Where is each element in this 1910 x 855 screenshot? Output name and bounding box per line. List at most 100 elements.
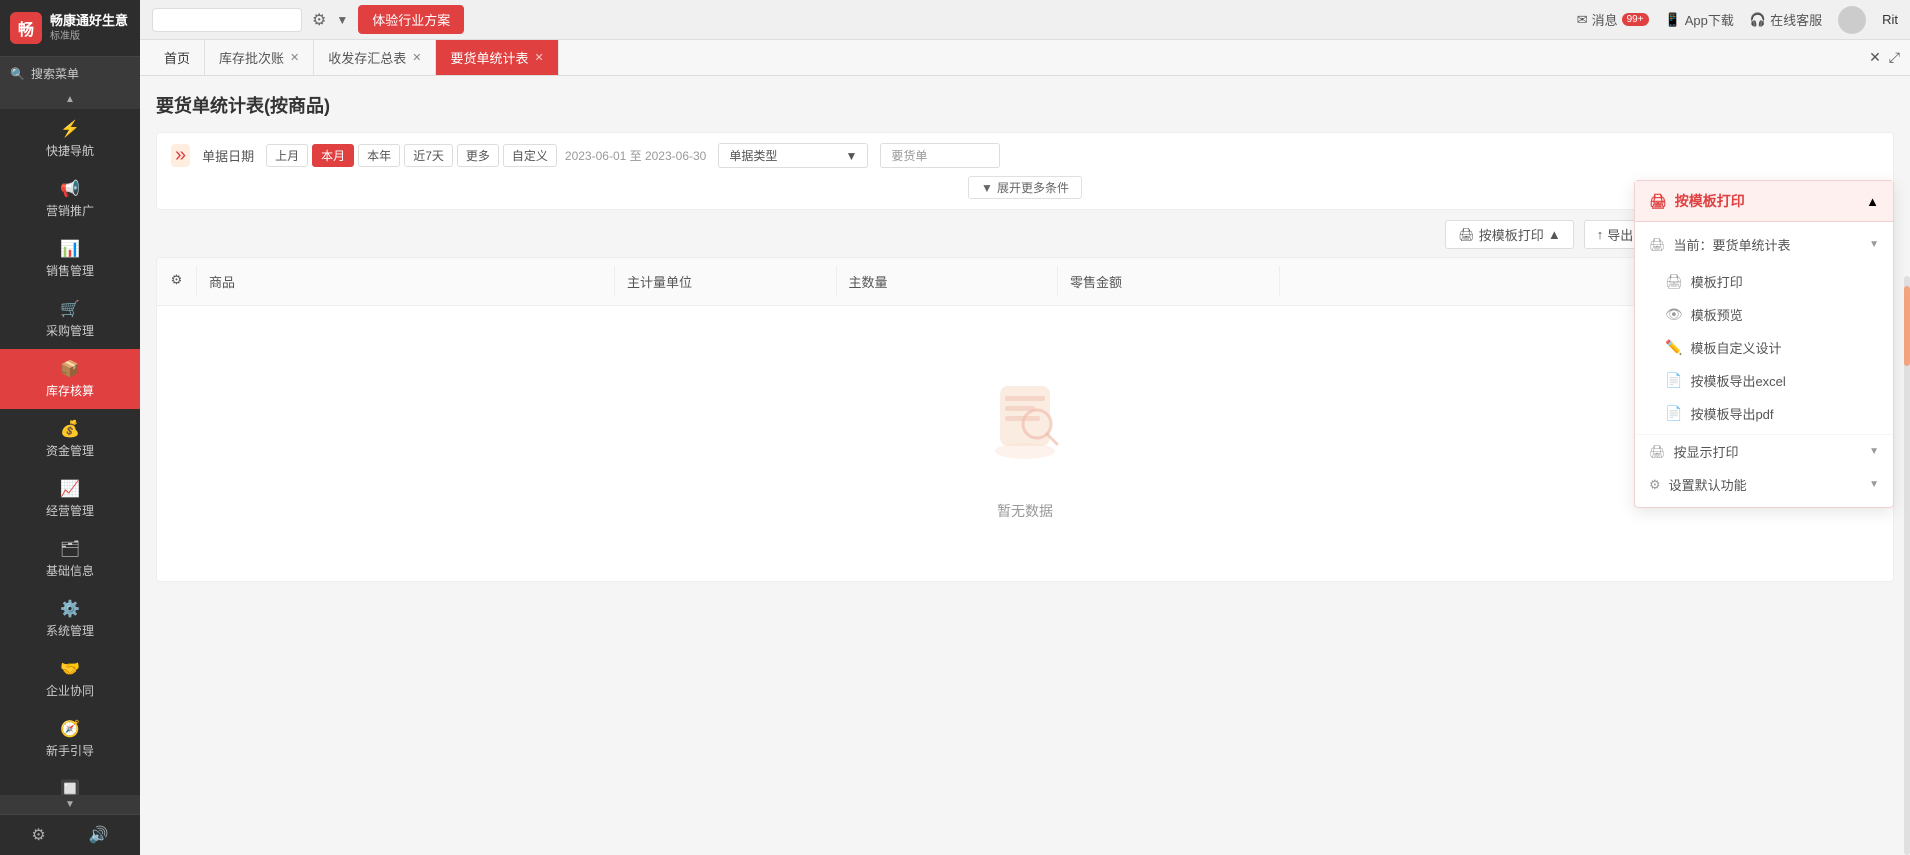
sidebar-item-collab[interactable]: 🤝 企业协同	[0, 649, 140, 709]
topbar-search-input[interactable]	[152, 8, 302, 32]
filter-expand-icon[interactable]: »	[171, 144, 190, 167]
app-download-btn[interactable]: 📱 App下载	[1665, 10, 1734, 29]
date-buttons: 上月 本月 本年 近7天 更多 自定义 2023-06-01 至 2023-06…	[266, 144, 706, 167]
empty-svg	[975, 366, 1075, 466]
topbar-gear-icon[interactable]: ⚙	[312, 10, 326, 30]
sidebar-item-operations[interactable]: 📈 经营管理	[0, 469, 140, 529]
print-btn[interactable]: 🖨 按模板打印 ▲	[1445, 220, 1573, 249]
design-item-label: 模板自定义设计	[1690, 338, 1781, 357]
order-input[interactable]: 要货单	[880, 143, 1000, 168]
dropdown-title: 按模板打印	[1675, 191, 1745, 211]
main-area: ⚙ ▼ 体验行业方案 ✉ 消息 99+ 📱 App下载 🎧 在线客服 Rit 首…	[140, 0, 1910, 855]
topbar: ⚙ ▼ 体验行业方案 ✉ 消息 99+ 📱 App下载 🎧 在线客服 Rit	[140, 0, 1910, 40]
trial-button[interactable]: 体验行业方案	[358, 5, 464, 34]
sidebar-scroll-up[interactable]: ▲	[0, 90, 140, 109]
sidebar-logo: 畅 畅康通好生意 标准版	[0, 0, 140, 57]
online-service-label: 在线客服	[1770, 10, 1822, 29]
dropdown-item-preview[interactable]: 👁 模板预览	[1635, 298, 1893, 331]
current-chevron: ▼	[1869, 239, 1879, 250]
sidebar-item-inventory[interactable]: 📦 库存核算	[0, 349, 140, 409]
expand-down-icon: ▼	[981, 181, 993, 195]
sidebar-nav: ⚡ 快捷导航 📢 营销推广 📊 销售管理 🛒 采购管理 📦 库存核算 💰 资金管…	[0, 109, 140, 795]
apps-icon: 🔲	[60, 779, 80, 795]
topbar-dropdown-icon[interactable]: ▼	[336, 13, 348, 27]
col-settings[interactable]: ⚙	[157, 266, 197, 297]
sidebar-item-label: 经营管理	[46, 502, 94, 519]
date-btn-7days[interactable]: 近7天	[404, 144, 453, 167]
sidebar-item-label: 系统管理	[46, 622, 94, 639]
sidebar-scroll-down[interactable]: ▼	[0, 795, 140, 814]
tab-close-btn[interactable]: ✕	[1869, 49, 1881, 66]
dropdown-header[interactable]: 🖨 按模板打印 ▲	[1635, 181, 1893, 222]
right-scrollbar[interactable]	[1904, 276, 1910, 855]
sidebar-item-marketing[interactable]: 📢 营销推广	[0, 169, 140, 229]
preview-item-label: 模板预览	[1691, 305, 1743, 324]
expand-label: 展开更多条件	[997, 179, 1069, 196]
date-btn-more[interactable]: 更多	[457, 144, 499, 167]
tab-home-label: 首页	[164, 48, 190, 67]
dropdown-item-print[interactable]: 🖨 模板打印	[1635, 265, 1893, 298]
sidebar-item-label: 销售管理	[46, 262, 94, 279]
dropdown-item-design[interactable]: ✏️ 模板自定义设计	[1635, 331, 1893, 364]
sidebar-search-btn[interactable]: 🔍 搜索菜单	[0, 57, 140, 90]
tabbar: 首页 库存批次账 ✕ 收发存汇总表 ✕ 要货单统计表 ✕ ✕ ⤢	[140, 40, 1910, 76]
user-name[interactable]: Rit	[1882, 12, 1898, 27]
empty-text: 暂无数据	[997, 501, 1053, 521]
sidebar-bottom: ⚙ 🔊	[0, 814, 140, 855]
display-print-header[interactable]: 🖨 按显示打印 ▼	[1635, 435, 1893, 468]
sidebar-item-guide[interactable]: 🧭 新手引导	[0, 709, 140, 769]
sidebar-item-apps[interactable]: 🔲 应用中心	[0, 769, 140, 795]
phone-icon: 📱	[1665, 12, 1681, 28]
user-avatar[interactable]	[1838, 6, 1866, 34]
sidebar-item-base[interactable]: 🗂 基础信息	[0, 529, 140, 589]
sidebar-item-purchase[interactable]: 🛒 采购管理	[0, 289, 140, 349]
sidebar-item-label: 基础信息	[46, 562, 94, 579]
empty-icon	[975, 366, 1075, 485]
tab-order-stats-close[interactable]: ✕	[535, 51, 544, 64]
dropdown-header-left: 🖨 按模板打印	[1649, 191, 1745, 211]
guide-icon: 🧭	[60, 719, 80, 739]
sidebar-item-label: 采购管理	[46, 322, 94, 339]
sidebar-item-shortcut[interactable]: ⚡ 快捷导航	[0, 109, 140, 169]
speaker-btn[interactable]: 🔊	[89, 825, 109, 845]
dropdown-section: 🖨 当前：要货单统计表 ▼ 🖨 模板打印 👁 模板预览 ✏️	[1635, 222, 1893, 507]
tab-batch-close[interactable]: ✕	[290, 51, 299, 64]
default-func-icon: ⚙	[1649, 477, 1661, 493]
base-icon: 🗂	[60, 539, 80, 559]
dropdown-item-export-pdf[interactable]: 📄 按模板导出pdf	[1635, 397, 1893, 430]
dropdown-item-export-excel[interactable]: 📄 按模板导出excel	[1635, 364, 1893, 397]
tab-receivable[interactable]: 收发存汇总表 ✕	[314, 40, 436, 75]
settings-btn[interactable]: ⚙	[31, 825, 45, 845]
tab-receivable-close[interactable]: ✕	[412, 51, 421, 64]
current-label: 当前：要货单统计表	[1674, 235, 1791, 254]
expand-conditions-btn[interactable]: ▼ 展开更多条件	[968, 176, 1082, 199]
sidebar-item-finance[interactable]: 💰 资金管理	[0, 409, 140, 469]
tab-batch[interactable]: 库存批次账 ✕	[205, 40, 314, 75]
tab-expand-btn[interactable]: ⤢	[1889, 49, 1900, 66]
default-func-header[interactable]: ⚙ 设置默认功能 ▼	[1635, 468, 1893, 501]
tab-receivable-label: 收发存汇总表	[328, 48, 406, 67]
date-btn-custom[interactable]: 自定义	[503, 144, 557, 167]
dropdown-close-chevron[interactable]: ▲	[1866, 194, 1879, 209]
tab-home[interactable]: 首页	[150, 40, 205, 75]
online-service-btn[interactable]: 🎧 在线客服	[1750, 10, 1822, 29]
current-template-header[interactable]: 🖨 当前：要货单统计表 ▼	[1635, 228, 1893, 261]
date-label: 单据日期	[202, 146, 254, 165]
messages-label: 消息	[1592, 10, 1618, 29]
type-select[interactable]: 单据类型 ▼	[718, 143, 868, 168]
date-btn-prev-month[interactable]: 上月	[266, 144, 308, 167]
print-icon: 🖨	[1458, 227, 1475, 243]
col-unit: 主计量单位	[615, 266, 837, 297]
sidebar-item-system[interactable]: ⚙️ 系统管理	[0, 589, 140, 649]
sidebar-item-sales[interactable]: 📊 销售管理	[0, 229, 140, 289]
messages-btn[interactable]: ✉ 消息 99+	[1577, 10, 1649, 29]
pdf-item-label: 按模板导出pdf	[1690, 404, 1773, 423]
expand-row: ▼ 展开更多条件	[171, 176, 1879, 199]
app-logo-text: 畅康通好生意 标准版	[50, 12, 128, 44]
date-btn-this-month[interactable]: 本月	[312, 144, 354, 167]
app-subtitle: 标准版	[50, 30, 128, 44]
tab-order-stats[interactable]: 要货单统计表 ✕	[436, 40, 558, 75]
sidebar-item-label: 资金管理	[46, 442, 94, 459]
tabbar-resize: ✕ ⤢	[1869, 49, 1910, 66]
date-btn-this-year[interactable]: 本年	[358, 144, 400, 167]
